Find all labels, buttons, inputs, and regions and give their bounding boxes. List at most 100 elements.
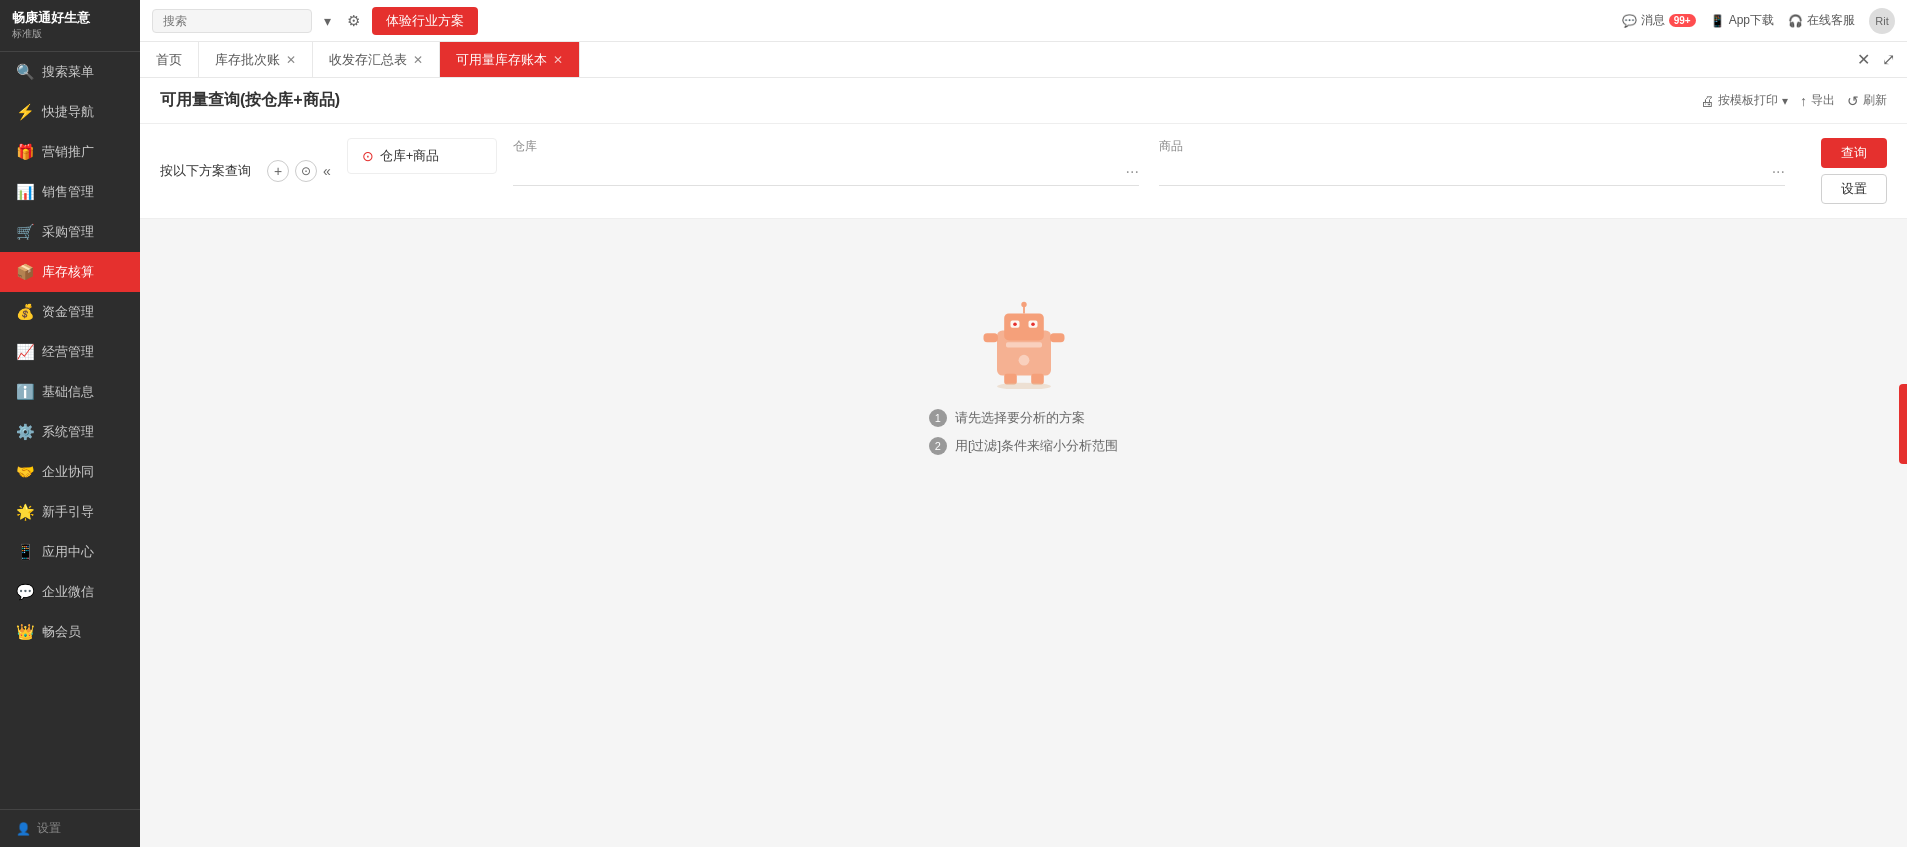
product-dots-btn[interactable]: ···: [1772, 163, 1785, 181]
empty-state: 1 请先选择要分析的方案 2 用[过滤]条件来缩小分析范围: [140, 219, 1907, 535]
scheme-item-0[interactable]: ⊙ 仓库+商品: [348, 139, 496, 173]
filter-settings-btn[interactable]: 设置: [1821, 174, 1887, 204]
warehouse-dots-btn[interactable]: ···: [1126, 163, 1139, 181]
svg-rect-1: [1004, 313, 1044, 340]
app-download-icon: 📱: [1710, 14, 1725, 28]
sidebar: 畅康通好生意 标准版 🔍 搜索菜单 ⚡ 快捷导航 🎁 营销推广 📊 销售管理 🛒…: [0, 0, 140, 847]
sidebar-label-0: 搜索菜单: [42, 63, 94, 81]
warehouse-input[interactable]: [513, 165, 1122, 180]
sidebar-label-9: 系统管理: [42, 423, 94, 441]
warehouse-filter-field: 仓库 ···: [513, 138, 1139, 186]
svg-rect-9: [1031, 374, 1044, 385]
hint-num-1: 1: [929, 409, 947, 427]
sidebar-item-资金管理[interactable]: 💰 资金管理: [0, 292, 140, 332]
svg-rect-10: [983, 333, 997, 342]
app-download-item[interactable]: 📱 App下载: [1710, 12, 1774, 29]
filter-actions-right: 查询 设置: [1821, 138, 1887, 204]
query-btn[interactable]: 查询: [1821, 138, 1887, 168]
tabs-actions: ✕ ⤢: [1845, 46, 1907, 73]
scheme-icon-0: ⊙: [362, 148, 374, 164]
sidebar-icon-8: ℹ️: [16, 383, 34, 401]
filter-collapse-btn[interactable]: «: [323, 163, 331, 179]
print-label: 按模板打印: [1718, 92, 1778, 109]
sidebar-item-畅会员[interactable]: 👑 畅会员: [0, 612, 140, 652]
tab-close-1[interactable]: ✕: [286, 53, 296, 67]
right-scroll-indicator: [1899, 384, 1907, 464]
export-label: 导出: [1811, 92, 1835, 109]
hint-num-2: 2: [929, 437, 947, 455]
avatar-text: Rit: [1875, 15, 1888, 27]
close-tab-btn[interactable]: ✕: [1853, 46, 1874, 73]
tab-2[interactable]: 收发存汇总表✕: [313, 42, 440, 78]
filter-manage-btn[interactable]: ⊙: [295, 160, 317, 182]
avatar: Rit: [1869, 8, 1895, 34]
sidebar-item-应用中心[interactable]: 📱 应用中心: [0, 532, 140, 572]
hint-text-1: 请先选择要分析的方案: [955, 409, 1085, 427]
sidebar-icon-0: 🔍: [16, 63, 34, 81]
sidebar-bottom: 👤 设置: [0, 809, 140, 847]
sidebar-item-系统管理[interactable]: ⚙️ 系统管理: [0, 412, 140, 452]
sidebar-icon-13: 💬: [16, 583, 34, 601]
sidebar-item-新手引导[interactable]: 🌟 新手引导: [0, 492, 140, 532]
sidebar-item-快捷导航[interactable]: ⚡ 快捷导航: [0, 92, 140, 132]
sidebar-item-营销推广[interactable]: 🎁 营销推广: [0, 132, 140, 172]
sidebar-icon-14: 👑: [16, 623, 34, 641]
expand-tab-btn[interactable]: ⤢: [1878, 46, 1899, 73]
main-area: ▾ ⚙ 体验行业方案 💬 消息 99+ 📱 App下载 🎧 在线客服 Rit: [140, 0, 1907, 847]
tab-close-2[interactable]: ✕: [413, 53, 423, 67]
svg-point-13: [1018, 355, 1029, 366]
tab-label-1: 库存批次账: [215, 51, 280, 69]
tab-1[interactable]: 库存批次账 ✕: [199, 42, 313, 78]
sidebar-label-13: 企业微信: [42, 583, 94, 601]
online-service-item[interactable]: 🎧 在线客服: [1788, 12, 1855, 29]
svg-point-7: [1021, 302, 1026, 307]
message-badge: 99+: [1669, 14, 1696, 27]
industry-btn[interactable]: 体验行业方案: [372, 7, 478, 35]
sidebar-item-基础信息[interactable]: ℹ️ 基础信息: [0, 372, 140, 412]
scheme-label-0: 仓库+商品: [380, 147, 440, 165]
sidebar-icon-3: 📊: [16, 183, 34, 201]
sidebar-icon-1: ⚡: [16, 103, 34, 121]
refresh-btn[interactable]: ↺ 刷新: [1847, 92, 1887, 109]
sidebar-icon-5: 📦: [16, 263, 34, 281]
search-dropdown-btn[interactable]: ▾: [320, 9, 335, 33]
sidebar-item-库存核算[interactable]: 📦 库存核算: [0, 252, 140, 292]
message-item[interactable]: 💬 消息 99+: [1622, 12, 1696, 29]
sidebar-label-3: 销售管理: [42, 183, 94, 201]
sidebar-item-采购管理[interactable]: 🛒 采购管理: [0, 212, 140, 252]
user-item[interactable]: Rit: [1869, 8, 1895, 34]
filter-add-btn[interactable]: +: [267, 160, 289, 182]
topbar-right: 💬 消息 99+ 📱 App下载 🎧 在线客服 Rit: [1622, 8, 1895, 34]
filter-row: 按以下方案查询 + ⊙ « ⊙ 仓库+商品 仓库: [160, 138, 1887, 204]
sidebar-label-14: 畅会员: [42, 623, 81, 641]
sidebar-icon-4: 🛒: [16, 223, 34, 241]
sidebar-label-4: 采购管理: [42, 223, 94, 241]
tab-close-3[interactable]: ✕: [553, 53, 563, 67]
headset-icon: 🎧: [1788, 14, 1803, 28]
svg-rect-12: [1006, 342, 1042, 347]
search-input[interactable]: [152, 9, 312, 33]
app-name: 畅康通好生意: [12, 10, 128, 27]
sidebar-label-5: 库存核算: [42, 263, 94, 281]
sidebar-label-7: 经营管理: [42, 343, 94, 361]
product-input[interactable]: [1159, 165, 1768, 180]
filter-scheme-label: 按以下方案查询: [160, 162, 251, 180]
svg-rect-11: [1050, 333, 1064, 342]
message-label: 消息: [1641, 12, 1665, 29]
sidebar-icon-7: 📈: [16, 343, 34, 361]
sidebar-item-企业微信[interactable]: 💬 企业微信: [0, 572, 140, 612]
settings-gear-btn[interactable]: ⚙: [343, 8, 364, 34]
sidebar-icon-9: ⚙️: [16, 423, 34, 441]
sidebar-icon-10: 🤝: [16, 463, 34, 481]
app-download-label: App下载: [1729, 12, 1774, 29]
sidebar-item-企业协同[interactable]: 🤝 企业协同: [0, 452, 140, 492]
hint-2: 2 用[过滤]条件来缩小分析范围: [929, 437, 1118, 455]
filter-scheme-actions: + ⊙ «: [267, 160, 331, 182]
export-btn[interactable]: ↑ 导出: [1800, 92, 1835, 109]
sidebar-item-销售管理[interactable]: 📊 销售管理: [0, 172, 140, 212]
tab-3[interactable]: 可用量库存账本✕: [440, 42, 580, 78]
sidebar-item-经营管理[interactable]: 📈 经营管理: [0, 332, 140, 372]
print-btn[interactable]: 🖨 按模板打印 ▾: [1700, 92, 1788, 109]
tab-0[interactable]: 首页: [140, 42, 199, 78]
sidebar-item-搜索菜单[interactable]: 🔍 搜索菜单: [0, 52, 140, 92]
